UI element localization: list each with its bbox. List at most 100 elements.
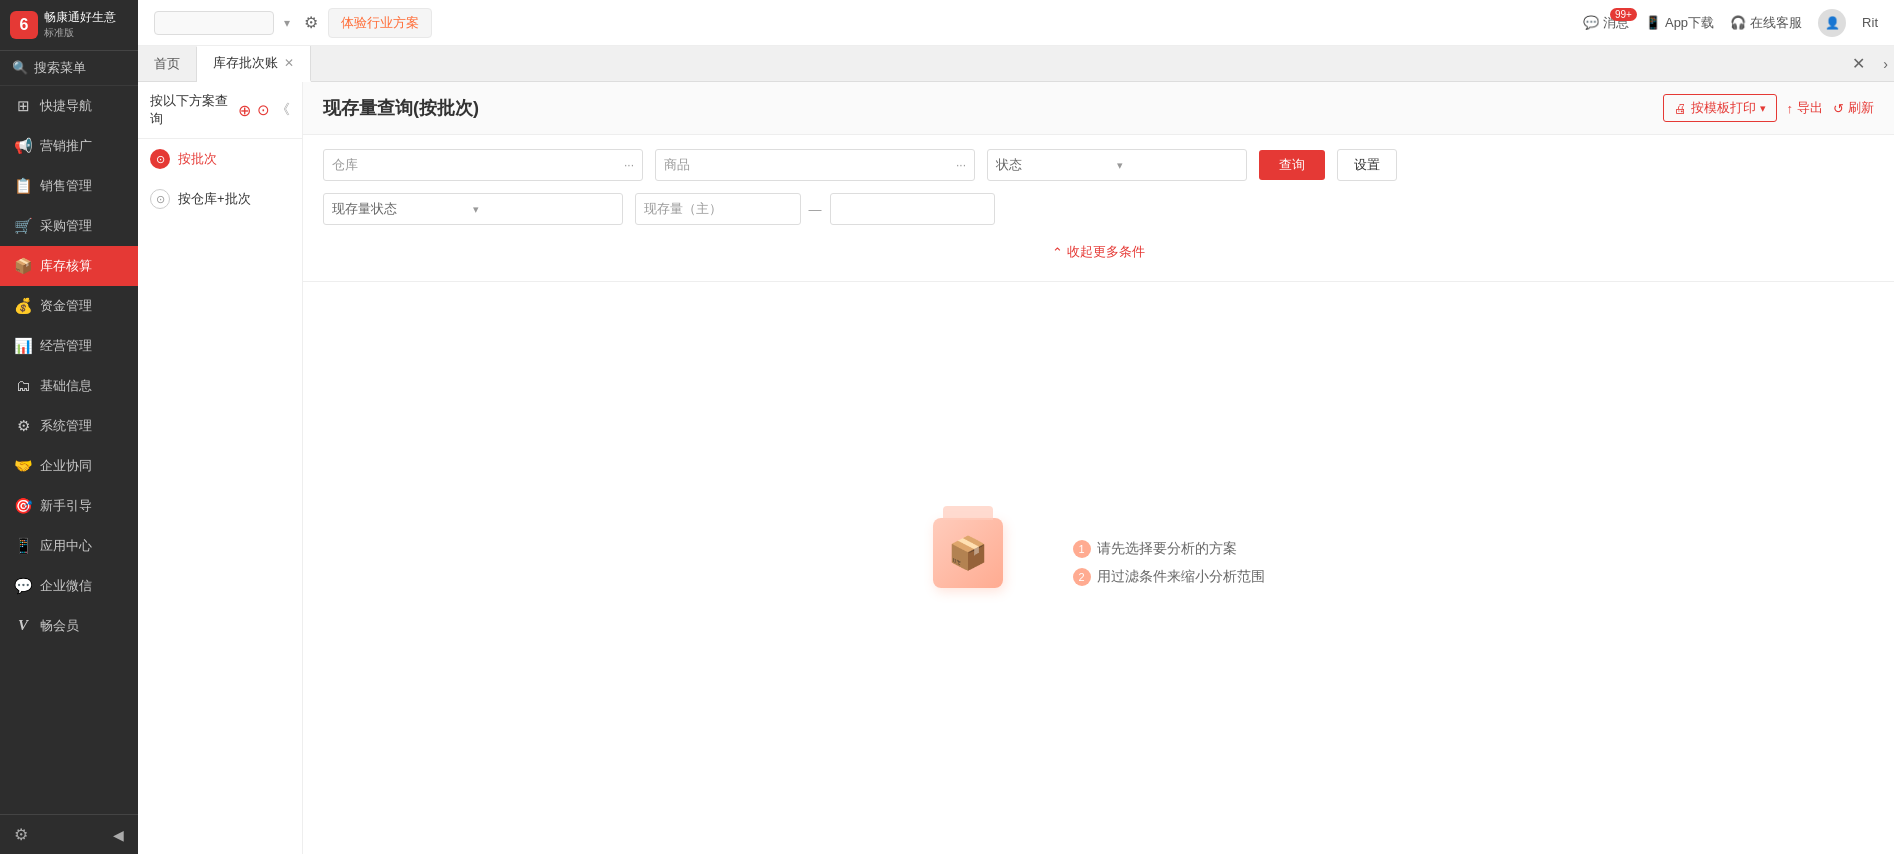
experience-button[interactable]: 体验行业方案 bbox=[328, 8, 432, 38]
product-dots[interactable]: ··· bbox=[956, 158, 966, 172]
filter-row-1: 仓库 ··· 商品 ··· 状态 ▾ 查询 设置 bbox=[323, 149, 1874, 181]
search-icon: 🔍 bbox=[12, 60, 28, 75]
online-service-action[interactable]: 🎧 在线客服 bbox=[1730, 14, 1802, 32]
topbar-right: 💬 消息 99+ 📱 App下载 🎧 在线客服 👤 Rit bbox=[1583, 9, 1878, 37]
operations-icon: 📊 bbox=[14, 337, 32, 355]
filter-area: 仓库 ··· 商品 ··· 状态 ▾ 查询 设置 bbox=[303, 135, 1894, 282]
quick-nav-icon: ⊞ bbox=[14, 97, 32, 115]
message-icon: 💬 bbox=[1583, 15, 1599, 30]
tab-close-icon[interactable]: ✕ bbox=[284, 56, 294, 70]
plan-item-by-batch[interactable]: ⊙ 按批次 bbox=[138, 139, 302, 179]
inventory-status-filter[interactable]: 现存量状态 ▾ bbox=[323, 193, 623, 225]
left-panel-header: 按以下方案查询 ⊕ ⊙ 《 bbox=[138, 82, 302, 139]
sidebar-item-wechat[interactable]: 💬 企业微信 bbox=[0, 566, 138, 606]
collapse-sidebar-icon[interactable]: ◀ bbox=[113, 827, 124, 843]
main-area: ▾ ⚙ 体验行业方案 💬 消息 99+ 📱 App下载 🎧 在线客服 👤 Rit bbox=[138, 0, 1894, 854]
settings-plan-icon[interactable]: ⊙ bbox=[257, 101, 270, 119]
sidebar-item-inventory[interactable]: 📦 库存核算 bbox=[0, 246, 138, 286]
sidebar-item-newguide[interactable]: 🎯 新手引导 bbox=[0, 486, 138, 526]
settings-icon[interactable]: ⚙ bbox=[14, 825, 28, 844]
plan-active-icon: ⊙ bbox=[150, 149, 170, 169]
warehouse-filter[interactable]: 仓库 ··· bbox=[323, 149, 643, 181]
sidebar: 6 畅康通好生意 标准版 🔍 搜索菜单 ⊞ 快捷导航 📢 营销推广 📋 销售管理… bbox=[0, 0, 138, 854]
step2-num: 2 bbox=[1073, 568, 1091, 586]
page-header-actions: 🖨 按模板打印 ▾ ↑ 导出 ↺ 刷新 bbox=[1663, 94, 1875, 122]
sidebar-search[interactable]: 🔍 搜索菜单 bbox=[0, 51, 138, 86]
empty-state: 📦 1 请先选择要分析的方案 2 用过滤条件来缩小分析范围 bbox=[303, 282, 1894, 854]
plan-item-warehouse-batch[interactable]: ⊙ 按仓库+批次 bbox=[138, 179, 302, 219]
user-name: Rit bbox=[1862, 15, 1878, 30]
inventory-icon: 📦 bbox=[14, 257, 32, 275]
purchase-icon: 🛒 bbox=[14, 217, 32, 235]
collapse-up-icon: ⌃ bbox=[1052, 245, 1063, 260]
wechat-icon: 💬 bbox=[14, 577, 32, 595]
tab-bar: 首页 库存批次账 ✕ ✕ › bbox=[138, 46, 1894, 82]
member-icon: V bbox=[14, 617, 32, 635]
tab-home[interactable]: 首页 bbox=[138, 47, 197, 81]
product-filter[interactable]: 商品 ··· bbox=[655, 149, 975, 181]
app-download-action[interactable]: 📱 App下载 bbox=[1645, 14, 1714, 32]
inventory-qty-max[interactable] bbox=[830, 193, 996, 225]
sidebar-item-sales[interactable]: 📋 销售管理 bbox=[0, 166, 138, 206]
range-separator: — bbox=[805, 202, 826, 217]
warehouse-dots[interactable]: ··· bbox=[624, 158, 634, 172]
status-arrow-icon: ▾ bbox=[1117, 159, 1238, 172]
topbar-chevron-icon[interactable]: ▾ bbox=[284, 16, 290, 30]
marketing-icon: 📢 bbox=[14, 137, 32, 155]
sidebar-item-basic[interactable]: 🗂 基础信息 bbox=[0, 366, 138, 406]
messages-action[interactable]: 💬 消息 99+ bbox=[1583, 14, 1629, 32]
enterprise-icon: 🤝 bbox=[14, 457, 32, 475]
user-avatar[interactable]: 👤 bbox=[1818, 9, 1846, 37]
printer-icon: 🖨 bbox=[1674, 101, 1687, 116]
app-edition: 标准版 bbox=[44, 26, 116, 40]
headset-icon: 🎧 bbox=[1730, 15, 1746, 30]
export-button[interactable]: ↑ 导出 bbox=[1787, 99, 1824, 117]
collapse-more-button[interactable]: ⌃ 收起更多条件 bbox=[323, 237, 1874, 267]
filter-settings-button[interactable]: 设置 bbox=[1337, 149, 1397, 181]
print-dropdown-icon[interactable]: ▾ bbox=[1760, 102, 1766, 115]
empty-text: 1 请先选择要分析的方案 2 用过滤条件来缩小分析范围 bbox=[1073, 540, 1265, 596]
tab-side-arrow-icon[interactable]: › bbox=[1877, 48, 1894, 80]
status-filter[interactable]: 状态 ▾ bbox=[987, 149, 1247, 181]
sidebar-header: 6 畅康通好生意 标准版 bbox=[0, 0, 138, 51]
app-logo: 6 bbox=[10, 11, 38, 39]
sidebar-item-appcenter[interactable]: 📱 应用中心 bbox=[0, 526, 138, 566]
plan-inactive-icon: ⊙ bbox=[150, 189, 170, 209]
content-area: 按以下方案查询 ⊕ ⊙ 《 ⊙ 按批次 ⊙ 按仓库+批次 现存量查询(按批次) bbox=[138, 82, 1894, 854]
sales-icon: 📋 bbox=[14, 177, 32, 195]
inventory-qty-range: 现存量（主） — bbox=[635, 193, 995, 225]
phone-icon: 📱 bbox=[1645, 15, 1661, 30]
sidebar-item-operations[interactable]: 📊 经营管理 bbox=[0, 326, 138, 366]
query-button[interactable]: 查询 bbox=[1259, 150, 1325, 180]
basic-icon: 🗂 bbox=[14, 377, 32, 395]
sidebar-item-enterprise[interactable]: 🤝 企业协同 bbox=[0, 446, 138, 486]
sidebar-nav: ⊞ 快捷导航 📢 营销推广 📋 销售管理 🛒 采购管理 📦 库存核算 💰 资金管… bbox=[0, 86, 138, 814]
newguide-icon: 🎯 bbox=[14, 497, 32, 515]
appcenter-icon: 📱 bbox=[14, 537, 32, 555]
sidebar-item-purchase[interactable]: 🛒 采购管理 bbox=[0, 206, 138, 246]
app-name: 畅康通好生意 bbox=[44, 10, 116, 26]
step1-num: 1 bbox=[1073, 540, 1091, 558]
add-plan-icon[interactable]: ⊕ bbox=[238, 101, 251, 120]
sidebar-item-marketing[interactable]: 📢 营销推广 bbox=[0, 126, 138, 166]
refresh-button[interactable]: ↺ 刷新 bbox=[1833, 99, 1874, 117]
sidebar-item-system[interactable]: ⚙ 系统管理 bbox=[0, 406, 138, 446]
finance-icon: 💰 bbox=[14, 297, 32, 315]
filter-row-2: 现存量状态 ▾ 现存量（主） — bbox=[323, 193, 1874, 225]
print-button[interactable]: 🖨 按模板打印 ▾ bbox=[1663, 94, 1777, 122]
refresh-icon: ↺ bbox=[1833, 101, 1844, 116]
tab-inventory-batch[interactable]: 库存批次账 ✕ bbox=[197, 46, 311, 82]
topbar: ▾ ⚙ 体验行业方案 💬 消息 99+ 📱 App下载 🎧 在线客服 👤 Rit bbox=[138, 0, 1894, 46]
topbar-search-box[interactable] bbox=[154, 11, 274, 35]
sidebar-item-member[interactable]: V 畅会员 bbox=[0, 606, 138, 646]
topbar-gear-icon[interactable]: ⚙ bbox=[304, 13, 318, 32]
sidebar-footer: ⚙ ◀ bbox=[0, 814, 138, 854]
page-header: 现存量查询(按批次) 🖨 按模板打印 ▾ ↑ 导出 ↺ 刷新 bbox=[303, 82, 1894, 135]
sidebar-item-finance[interactable]: 💰 资金管理 bbox=[0, 286, 138, 326]
inventory-qty-min[interactable]: 现存量（主） bbox=[635, 193, 801, 225]
topbar-search-input[interactable] bbox=[163, 16, 243, 30]
sidebar-item-quick-nav[interactable]: ⊞ 快捷导航 bbox=[0, 86, 138, 126]
tab-side-close-icon[interactable]: ✕ bbox=[1840, 46, 1877, 81]
export-icon: ↑ bbox=[1787, 101, 1794, 116]
collapse-panel-icon[interactable]: 《 bbox=[276, 101, 290, 119]
